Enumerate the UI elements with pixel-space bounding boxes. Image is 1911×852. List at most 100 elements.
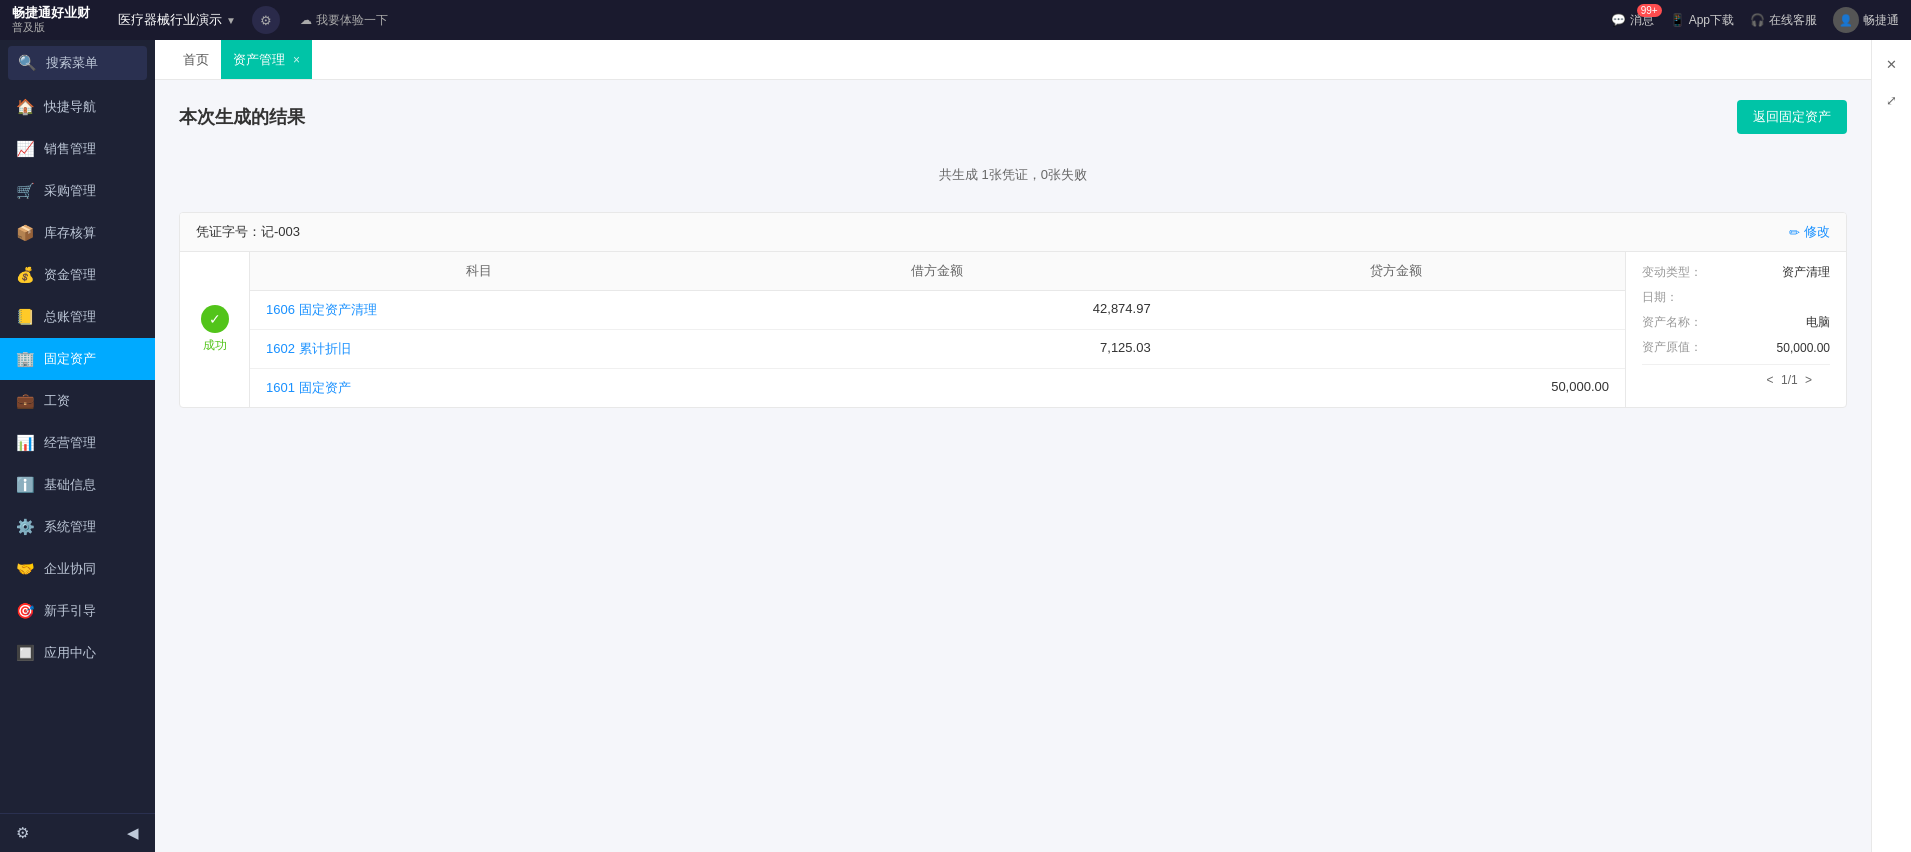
online-service-label: 在线客服 [1769, 12, 1817, 29]
company-selector[interactable]: 医疗器械行业演示 ▼ [118, 11, 236, 29]
result-summary: 共生成 1张凭证，0张失败 [179, 154, 1847, 196]
row3-credit: 50,000.00 [1167, 369, 1625, 407]
sidebar-item-fixed[interactable]: 🏢 固定资产 [0, 338, 155, 380]
asset-value-label: 资产原值： [1642, 339, 1702, 356]
sidebar-ops-label: 经营管理 [44, 434, 96, 452]
search-icon: 🔍 [18, 54, 36, 72]
side-info-asset-value: 资产原值： 50,000.00 [1642, 339, 1830, 356]
date-label: 日期： [1642, 289, 1678, 306]
sidebar-collapse-icon[interactable]: ◀ [127, 824, 139, 842]
sidebar-item-purchase[interactable]: 🛒 采购管理 [0, 170, 155, 212]
app-download-action[interactable]: 📱 App下载 [1670, 12, 1734, 29]
tab-home[interactable]: 首页 [171, 40, 221, 79]
username: 畅捷通 [1863, 12, 1899, 29]
cloud-icon: ☁ [300, 13, 312, 27]
fixed-assets-icon: 🏢 [16, 350, 34, 368]
pagination: < 1/1 > [1642, 364, 1830, 395]
sidebar-item-payroll[interactable]: 💼 工资 [0, 380, 155, 422]
tab-home-label: 首页 [183, 51, 209, 69]
tab-bar: 首页 资产管理 × [155, 40, 1871, 80]
message-icon: 💬 [1611, 13, 1626, 27]
sidebar-item-corp[interactable]: 🤝 企业协同 [0, 548, 155, 590]
online-service-action[interactable]: 🎧 在线客服 [1750, 12, 1817, 29]
header-subject: 科目 [250, 252, 708, 290]
pagination-prev[interactable]: < [1767, 373, 1774, 387]
sidebar-ledger-label: 总账管理 [44, 308, 96, 326]
sidebar-item-sales[interactable]: 📈 销售管理 [0, 128, 155, 170]
sidebar-basic-label: 基础信息 [44, 476, 96, 494]
asset-name-value: 电脑 [1806, 314, 1830, 331]
status-text: 成功 [203, 337, 227, 354]
row3-subject: 1601 固定资产 [250, 369, 708, 407]
ops-icon: 📊 [16, 434, 34, 452]
sidebar-sales-label: 销售管理 [44, 140, 96, 158]
sidebar-item-funds[interactable]: 💰 资金管理 [0, 254, 155, 296]
sidebar-item-system[interactable]: ⚙️ 系统管理 [0, 506, 155, 548]
header-debit: 借方金额 [708, 252, 1166, 290]
page-title: 本次生成的结果 [179, 105, 305, 129]
close-panel-button[interactable]: ✕ [1876, 48, 1908, 80]
experience-label: 我要体验一下 [316, 12, 388, 29]
sidebar-item-apps[interactable]: 🔲 应用中心 [0, 632, 155, 674]
voucher-card: 凭证字号：记-003 ✏ 修改 ✓ 成功 [179, 212, 1847, 408]
table-row: 1606 固定资产清理 42,874.97 [250, 291, 1625, 330]
logo-main: 畅捷通好业财 [12, 5, 90, 21]
sidebar-item-inventory[interactable]: 📦 库存核算 [0, 212, 155, 254]
change-type-value: 资产清理 [1782, 264, 1830, 281]
company-name: 医疗器械行业演示 [118, 11, 222, 29]
edit-button[interactable]: ✏ 修改 [1789, 223, 1830, 241]
sidebar: 🔍 搜索菜单 🏠 快捷导航 📈 销售管理 🛒 采购管理 📦 库存核算 💰 资金管… [0, 40, 155, 852]
messages-action[interactable]: 💬 消息 99+ [1611, 12, 1654, 29]
sidebar-item-search[interactable]: 🔍 搜索菜单 [8, 46, 147, 80]
side-info-panel: 变动类型： 资产清理 日期： 资产名称： 电脑 资产原值： [1626, 252, 1846, 407]
page-header: 本次生成的结果 返回固定资产 [179, 100, 1847, 134]
row2-subject: 1602 累计折旧 [250, 330, 708, 368]
sales-icon: 📈 [16, 140, 34, 158]
sidebar-corp-label: 企业协同 [44, 560, 96, 578]
edit-label: 修改 [1804, 223, 1830, 241]
right-panel: ✕ ⤢ [1871, 40, 1911, 852]
top-header: 畅捷通好业财 普及版 医疗器械行业演示 ▼ ⚙ ☁ 我要体验一下 💬 消息 99… [0, 0, 1911, 40]
voucher-header: 凭证字号：记-003 ✏ 修改 [180, 213, 1846, 252]
table-header: 科目 借方金额 贷方金额 [250, 252, 1625, 291]
table-row: 1602 累计折旧 7,125.03 [250, 330, 1625, 369]
sidebar-item-ledger[interactable]: 📒 总账管理 [0, 296, 155, 338]
back-to-fixed-assets-button[interactable]: 返回固定资产 [1737, 100, 1847, 134]
logo-sub: 普及版 [12, 20, 90, 35]
sidebar-footer: ⚙ ◀ [0, 813, 155, 852]
sidebar-settings-icon[interactable]: ⚙ [16, 824, 29, 842]
sidebar-item-basic[interactable]: ℹ️ 基础信息 [0, 464, 155, 506]
tab-close-icon[interactable]: × [293, 53, 300, 67]
funds-icon: 💰 [16, 266, 34, 284]
sidebar-item-guide[interactable]: 🎯 新手引导 [0, 590, 155, 632]
header-left: 畅捷通好业财 普及版 医疗器械行业演示 ▼ ⚙ ☁ 我要体验一下 [12, 5, 388, 36]
ledger-icon: 📒 [16, 308, 34, 326]
sidebar-item-quicknav[interactable]: 🏠 快捷导航 [0, 86, 155, 128]
expand-panel-button[interactable]: ⤢ [1876, 84, 1908, 116]
sidebar-purchase-label: 采购管理 [44, 182, 96, 200]
tab-asset-management[interactable]: 资产管理 × [221, 40, 312, 79]
table-row: 1601 固定资产 50,000.00 [250, 369, 1625, 407]
row1-debit: 42,874.97 [708, 291, 1166, 329]
edit-icon: ✏ [1789, 225, 1800, 240]
side-info-asset-name: 资产名称： 电脑 [1642, 314, 1830, 331]
logo: 畅捷通好业财 普及版 [12, 5, 90, 36]
sidebar-apps-label: 应用中心 [44, 644, 96, 662]
user-action[interactable]: 👤 畅捷通 [1833, 7, 1899, 33]
settings-icon[interactable]: ⚙ [252, 6, 280, 34]
phone-icon: 📱 [1670, 13, 1685, 27]
sidebar-quicknav-label: 快捷导航 [44, 98, 96, 116]
side-info-change-type: 变动类型： 资产清理 [1642, 264, 1830, 281]
sidebar-payroll-label: 工资 [44, 392, 70, 410]
content-area: 首页 资产管理 × 本次生成的结果 返回固定资产 共生成 1张凭证，0张失败 凭… [155, 40, 1871, 852]
corp-icon: 🤝 [16, 560, 34, 578]
sidebar-item-ops[interactable]: 📊 经营管理 [0, 422, 155, 464]
pagination-next[interactable]: > [1805, 373, 1812, 387]
experience-button[interactable]: ☁ 我要体验一下 [300, 12, 388, 29]
status-cell: ✓ 成功 [180, 252, 250, 407]
sidebar-guide-label: 新手引导 [44, 602, 96, 620]
change-type-label: 变动类型： [1642, 264, 1702, 281]
row1-credit [1167, 291, 1625, 329]
asset-name-label: 资产名称： [1642, 314, 1702, 331]
sidebar-search-label: 搜索菜单 [46, 54, 98, 72]
